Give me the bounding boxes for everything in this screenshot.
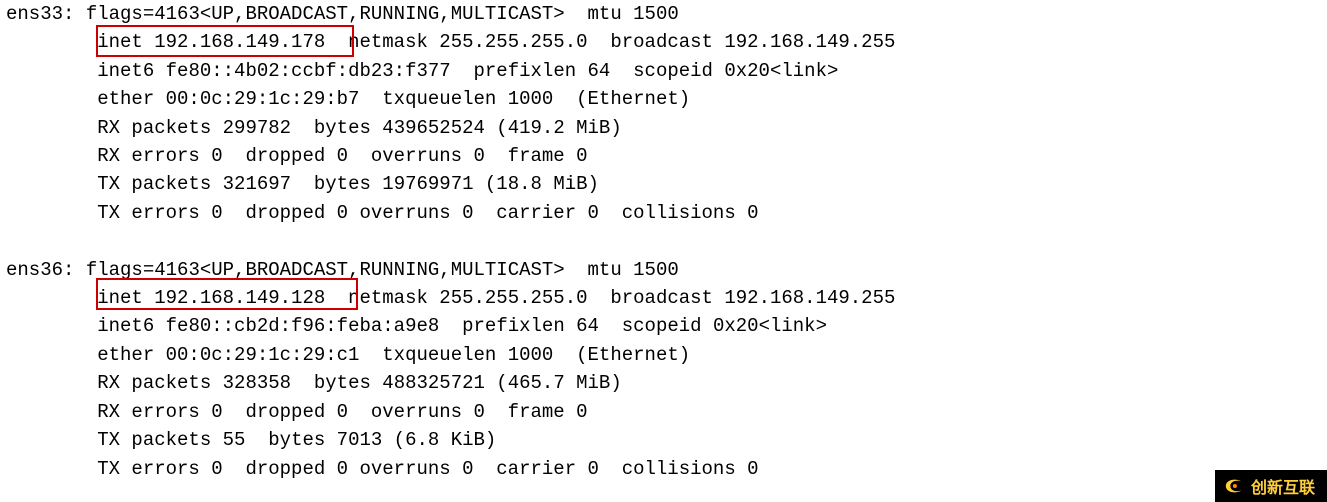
watermark-icon bbox=[1223, 476, 1245, 496]
watermark-text: 创新互联 bbox=[1251, 474, 1315, 498]
inet-address: 192.168.149.178 bbox=[154, 31, 325, 53]
netmask: netmask 255.255.255.0 bbox=[348, 287, 587, 309]
inet6-label: inet6 bbox=[97, 60, 154, 82]
tx-bytes: bytes 7013 (6.8 KiB) bbox=[268, 429, 496, 451]
inet-label: inet bbox=[97, 287, 143, 309]
tx-errors: TX errors 0 dropped 0 overruns 0 carrier… bbox=[97, 458, 758, 480]
rx-errors: RX errors 0 dropped 0 overruns 0 frame 0 bbox=[97, 401, 587, 423]
inet6-address: fe80::cb2d:f96:feba:a9e8 bbox=[166, 315, 440, 337]
txqueuelen: txqueuelen 1000 bbox=[382, 344, 553, 366]
terminal-output: ens33: flags=4163<UP,BROADCAST,RUNNING,M… bbox=[0, 0, 1327, 483]
scopeid: scopeid 0x20<link> bbox=[633, 60, 838, 82]
prefixlen: prefixlen 64 bbox=[462, 315, 599, 337]
prefixlen: prefixlen 64 bbox=[474, 60, 611, 82]
iface-name: ens36 bbox=[6, 259, 63, 281]
watermark: 创新互联 bbox=[1215, 470, 1327, 502]
inet-address: 192.168.149.128 bbox=[154, 287, 325, 309]
broadcast: broadcast 192.168.149.255 bbox=[610, 31, 895, 53]
txqueuelen: txqueuelen 1000 bbox=[382, 88, 553, 110]
ether-address: ether 00:0c:29:1c:29:b7 bbox=[97, 88, 359, 110]
rx-packets: RX packets 328358 bbox=[97, 372, 291, 394]
rx-bytes: bytes 488325721 (465.7 MiB) bbox=[314, 372, 622, 394]
rx-bytes: bytes 439652524 (419.2 MiB) bbox=[314, 117, 622, 139]
broadcast: broadcast 192.168.149.255 bbox=[610, 287, 895, 309]
tx-packets: TX packets 321697 bbox=[97, 173, 291, 195]
iface-flags: flags=4163<UP,BROADCAST,RUNNING,MULTICAS… bbox=[86, 259, 565, 281]
scopeid: scopeid 0x20<link> bbox=[622, 315, 827, 337]
iface-mtu: mtu 1500 bbox=[588, 259, 679, 281]
tx-bytes: bytes 19769971 (18.8 MiB) bbox=[314, 173, 599, 195]
tx-packets: TX packets 55 bbox=[97, 429, 245, 451]
iface-type: (Ethernet) bbox=[576, 344, 690, 366]
iface-flags: flags=4163<UP,BROADCAST,RUNNING,MULTICAS… bbox=[86, 3, 565, 25]
inet-label: inet bbox=[97, 31, 143, 53]
rx-packets: RX packets 299782 bbox=[97, 117, 291, 139]
iface-mtu: mtu 1500 bbox=[588, 3, 679, 25]
inet6-address: fe80::4b02:ccbf:db23:f377 bbox=[166, 60, 451, 82]
inet6-label: inet6 bbox=[97, 315, 154, 337]
tx-errors: TX errors 0 dropped 0 overruns 0 carrier… bbox=[97, 202, 758, 224]
ether-address: ether 00:0c:29:1c:29:c1 bbox=[97, 344, 359, 366]
rx-errors: RX errors 0 dropped 0 overruns 0 frame 0 bbox=[97, 145, 587, 167]
iface-type: (Ethernet) bbox=[576, 88, 690, 110]
iface-name: ens33 bbox=[6, 3, 63, 25]
netmask: netmask 255.255.255.0 bbox=[348, 31, 587, 53]
